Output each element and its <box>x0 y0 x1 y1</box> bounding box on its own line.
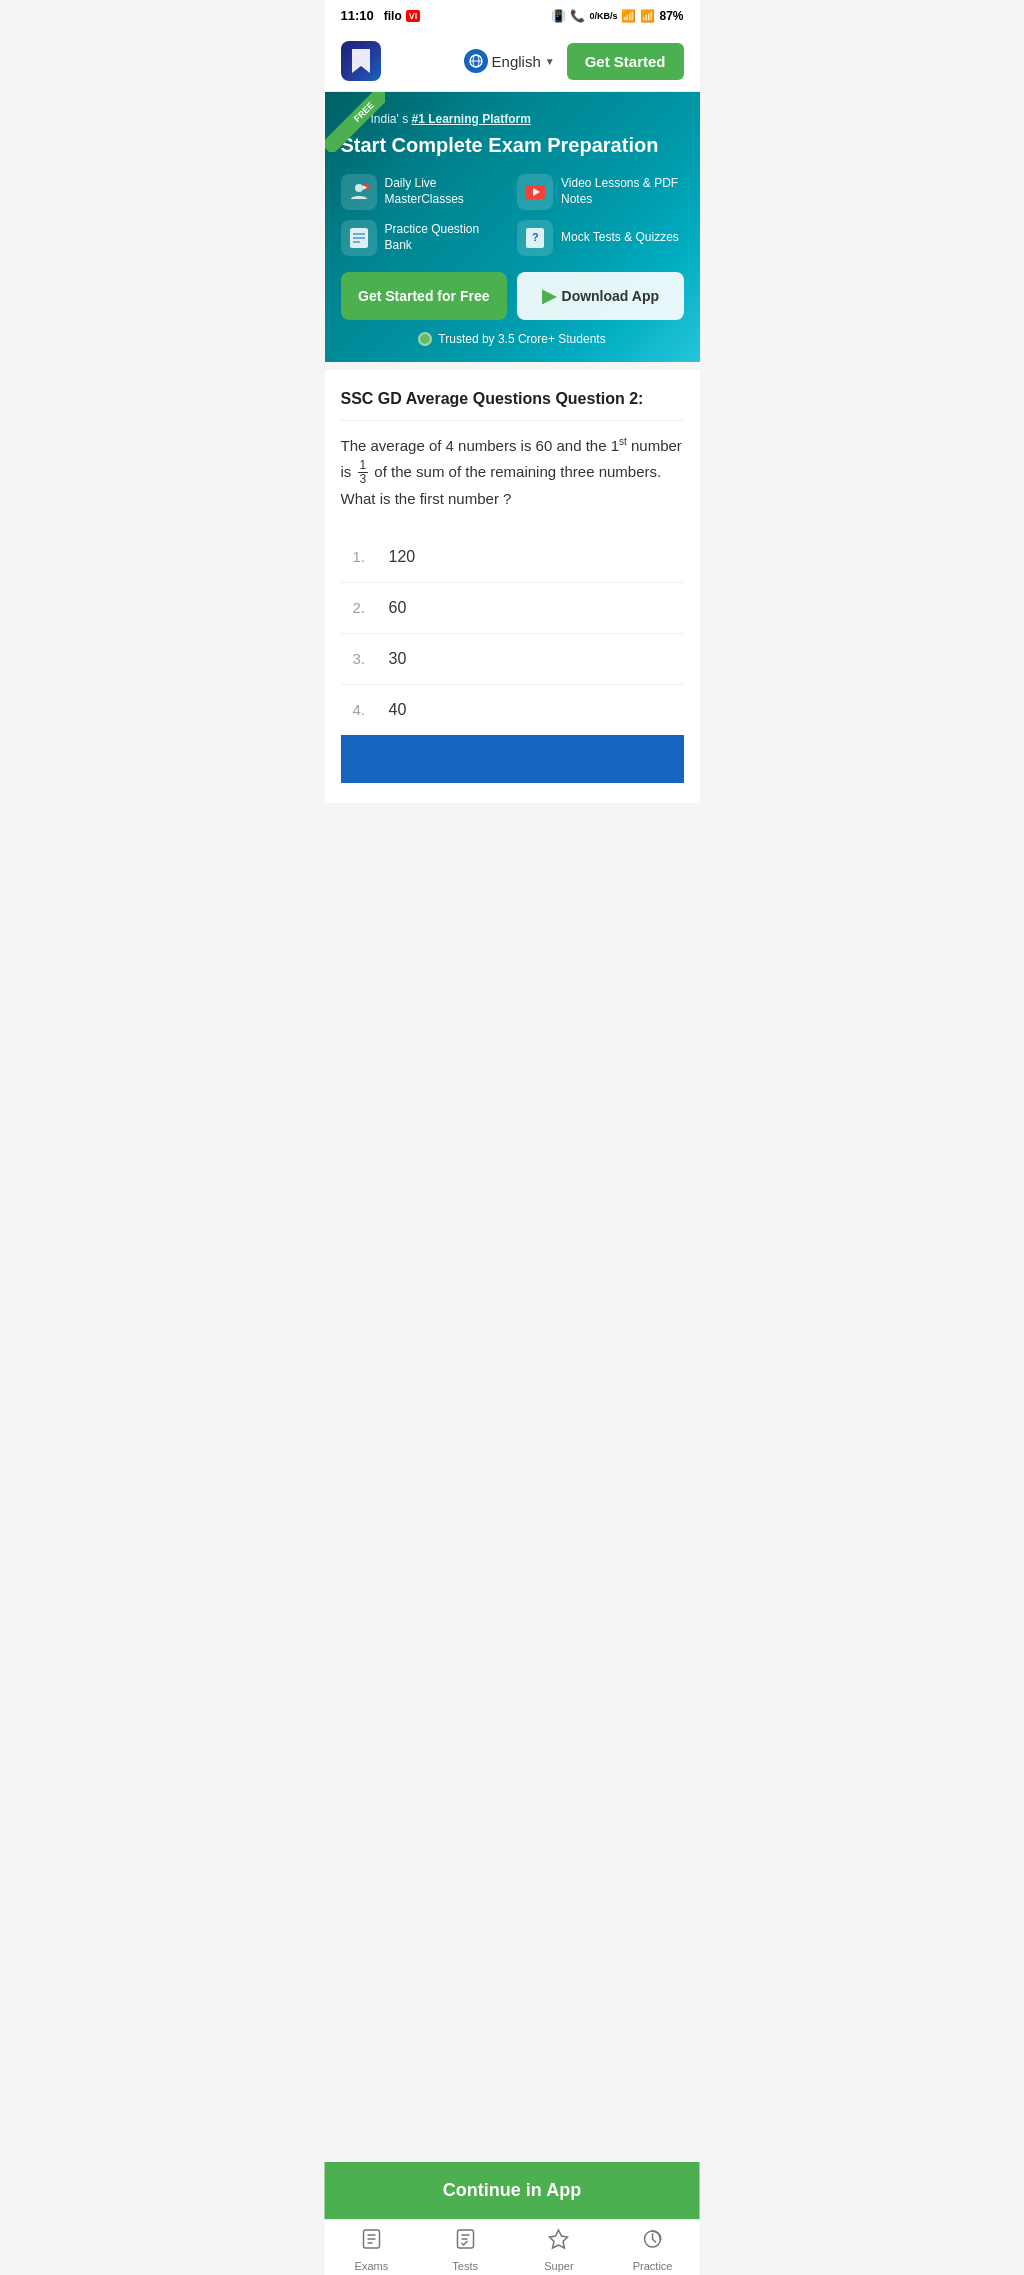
mock-icon-container: ? <box>517 220 553 256</box>
get-started-header-button[interactable]: Get Started <box>567 43 684 80</box>
svg-point-3 <box>355 184 363 192</box>
feature-mock: ? Mock Tests & Quizzes <box>517 220 684 256</box>
download-app-label: Download App <box>562 288 659 304</box>
trusted-label: Trusted by 3.5 Crore+ Students <box>438 332 605 346</box>
time: 11:10 <box>341 8 374 23</box>
wifi-icon: 📶 <box>621 9 636 23</box>
feature-mock-text: Mock Tests & Quizzes <box>561 230 679 246</box>
fraction: 1 3 <box>358 459 369 486</box>
feature-video: Video Lessons & PDF Notes <box>517 174 684 210</box>
option-2-num: 2. <box>353 599 373 616</box>
free-badge <box>325 92 385 152</box>
feature-practice: Practice Question Bank <box>341 220 508 256</box>
features-grid: ▶ Daily Live MasterClasses Video Lessons… <box>341 174 684 256</box>
status-bar: 11:10 filo VI 📳 📞 0/KB/s 📶 📶 87% <box>325 0 700 31</box>
youtube-icon <box>524 181 546 203</box>
option-2[interactable]: 2. 60 <box>341 583 684 634</box>
carrier: filo <box>384 9 402 23</box>
feature-practice-text: Practice Question Bank <box>385 222 508 253</box>
option-3-value: 30 <box>389 650 407 668</box>
vi-badge: VI <box>406 10 421 22</box>
question-section: SSC GD Average Questions Question 2: The… <box>325 370 700 803</box>
play-store-icon: ▶ <box>542 285 556 307</box>
bottom-spacer <box>325 811 700 931</box>
banner-buttons: Get Started for Free ▶ Download App <box>341 272 684 320</box>
option-1-value: 120 <box>389 548 416 566</box>
call-icon: 📞 <box>570 9 585 23</box>
live-person-icon: ▶ <box>348 181 370 203</box>
chevron-down-icon: ▼ <box>545 56 555 67</box>
header: English ▼ Get Started <box>325 31 700 92</box>
battery: 87% <box>659 9 683 23</box>
option-3[interactable]: 3. 30 <box>341 634 684 685</box>
bookmark-logo-icon <box>350 47 372 75</box>
get-started-free-button[interactable]: Get Started for Free <box>341 272 508 320</box>
status-right: 📳 📞 0/KB/s 📶 📶 87% <box>551 9 683 23</box>
banner-title: Start Complete Exam Preparation <box>341 132 684 158</box>
logo <box>341 41 381 81</box>
download-app-button[interactable]: ▶ Download App <box>517 272 684 320</box>
header-right: English ▼ Get Started <box>464 43 684 80</box>
banner: India' s #1 Learning Platform Start Comp… <box>325 92 700 362</box>
question-body: The average of 4 numbers is 60 and the 1… <box>341 433 684 512</box>
logo-icon <box>341 41 381 81</box>
answer-strip <box>341 735 684 783</box>
quiz-icon: ? <box>524 227 546 249</box>
data-icon: 0/KB/s <box>589 11 617 21</box>
option-1-num: 1. <box>353 548 373 565</box>
daily-live-icon: ▶ <box>341 174 377 210</box>
trusted-dot-icon <box>418 332 432 346</box>
language-icon <box>464 49 488 73</box>
option-4[interactable]: 4. 40 <box>341 685 684 735</box>
vibrate-icon: 📳 <box>551 9 566 23</box>
subtitle-bold: #1 Learning Platform <box>411 112 530 126</box>
language-selector[interactable]: English ▼ <box>464 49 555 73</box>
feature-daily-live-text: Daily Live MasterClasses <box>385 176 508 207</box>
options-list: 1. 120 2. 60 3. 30 4. 40 <box>341 532 684 735</box>
feature-daily-live: ▶ Daily Live MasterClasses <box>341 174 508 210</box>
svg-text:?: ? <box>532 231 539 243</box>
option-1[interactable]: 1. 120 <box>341 532 684 583</box>
option-4-value: 40 <box>389 701 407 719</box>
status-left: 11:10 filo VI <box>341 8 421 23</box>
document-list-icon <box>348 227 370 249</box>
language-label: English <box>492 53 541 70</box>
feature-video-text: Video Lessons & PDF Notes <box>561 176 684 207</box>
globe-icon <box>468 53 484 69</box>
option-3-num: 3. <box>353 650 373 667</box>
trusted-row: Trusted by 3.5 Crore+ Students <box>341 332 684 346</box>
option-2-value: 60 <box>389 599 407 617</box>
banner-subtitle: India' s #1 Learning Platform <box>341 112 684 126</box>
question-title: SSC GD Average Questions Question 2: <box>341 390 684 421</box>
video-icon-container <box>517 174 553 210</box>
option-4-num: 4. <box>353 701 373 718</box>
signal-icon: 📶 <box>640 9 655 23</box>
practice-icon-container <box>341 220 377 256</box>
